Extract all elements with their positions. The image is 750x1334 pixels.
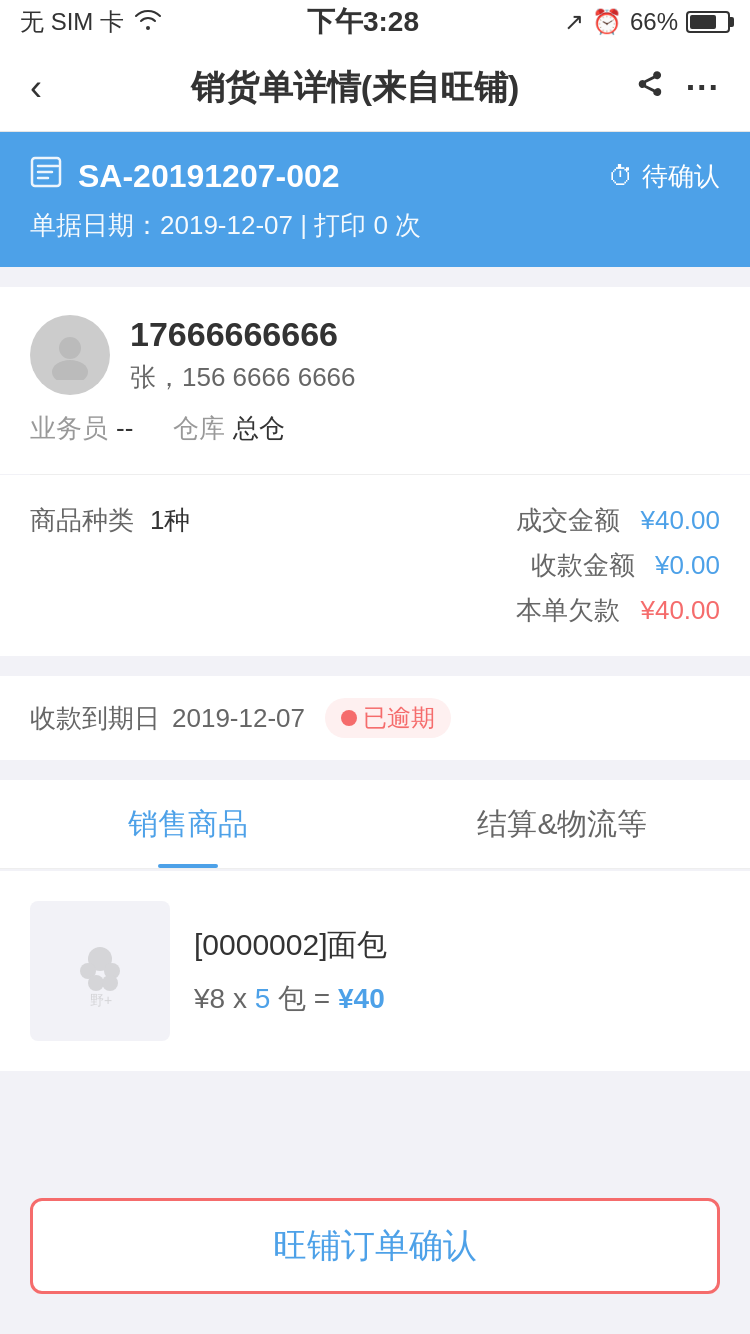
order-date: 单据日期：2019-12-07 | 打印 0 次	[30, 208, 720, 243]
page-title: 销货单详情(来自旺铺)	[90, 65, 620, 111]
nav-actions: ···	[620, 68, 720, 107]
alarm-icon: ⏰	[592, 8, 622, 36]
due-date-section: 收款到期日 2019-12-07 已逾期	[0, 676, 750, 760]
status-bar-right: ↗ ⏰ 66%	[564, 8, 730, 36]
status-bar: 无 SIM 卡 下午3:28 ↗ ⏰ 66%	[0, 0, 750, 44]
salesperson-value: --	[116, 413, 133, 444]
customer-phone: 17666666666	[130, 315, 720, 354]
customer-info: 17666666666 张，156 6666 6666	[130, 315, 720, 395]
nav-bar: ‹ 销货单详情(来自旺铺) ···	[0, 44, 750, 132]
svg-text:野+: 野+	[90, 992, 112, 1008]
deal-amount-value: ¥40.00	[640, 505, 720, 536]
order-banner: SA-20191207-002 ⏱ 待确认 单据日期：2019-12-07 | …	[0, 132, 750, 267]
product-details: [0000002]面包 ¥8 x 5 包 = ¥40	[194, 925, 720, 1018]
deal-amount-label: 成交金额	[516, 503, 620, 538]
product-name: [0000002]面包	[194, 925, 720, 966]
product-type-value: 1种	[150, 503, 190, 538]
receipt-amount-label: 收款金额	[531, 548, 635, 583]
tabs-section: 销售商品 结算&物流等	[0, 780, 750, 869]
due-date-label: 收款到期日	[30, 701, 160, 736]
receipt-amount-value: ¥0.00	[655, 550, 720, 581]
customer-name: 张，156 6666 6666	[130, 360, 720, 395]
salesperson-label: 业务员	[30, 411, 108, 446]
product-total: ¥40	[338, 983, 385, 1014]
order-id: SA-20191207-002	[78, 158, 340, 195]
confirm-button-wrap: 旺铺订单确认	[30, 1198, 720, 1294]
overdue-text: 已逾期	[363, 702, 435, 734]
svg-point-1	[59, 337, 81, 359]
salesperson-field: 业务员 --	[30, 411, 133, 446]
owing-value: ¥40.00	[640, 595, 720, 626]
carrier-text: 无 SIM 卡	[20, 6, 124, 38]
clock-icon: ⏱	[608, 161, 634, 192]
product-qty: 5	[255, 983, 271, 1014]
tabs-row: 销售商品 结算&物流等	[0, 780, 750, 868]
more-icon[interactable]: ···	[686, 68, 720, 107]
receipt-amount-row: 收款金额 ¥0.00	[531, 548, 720, 583]
stats-section: 商品种类 1种 成交金额 ¥40.00 收款金额 ¥0.00 本单欠款 ¥40.…	[0, 475, 750, 656]
customer-avatar	[30, 315, 110, 395]
order-status: ⏱ 待确认	[608, 159, 720, 194]
svg-point-2	[52, 360, 88, 380]
owing-row: 本单欠款 ¥40.00	[516, 593, 720, 628]
status-bar-time: 下午3:28	[307, 3, 419, 41]
overdue-badge: 已逾期	[325, 698, 451, 738]
due-date-value: 2019-12-07	[172, 703, 305, 734]
wifi-icon	[134, 8, 162, 36]
customer-meta: 业务员 -- 仓库 总仓	[30, 411, 720, 446]
share-icon[interactable]	[634, 68, 666, 107]
location-icon: ↗	[564, 8, 584, 36]
order-icon	[30, 156, 66, 196]
product-image: 野+	[30, 901, 170, 1041]
product-section: 野+ [0000002]面包 ¥8 x 5 包 = ¥40	[0, 871, 750, 1071]
deal-amount-row: 成交金额 ¥40.00	[516, 503, 720, 538]
svg-point-7	[102, 975, 118, 991]
customer-section: 17666666666 张，156 6666 6666 业务员 -- 仓库 总仓	[0, 287, 750, 474]
order-number: SA-20191207-002	[30, 156, 340, 196]
battery-percent: 66%	[630, 8, 678, 36]
svg-point-6	[88, 975, 104, 991]
tab-sales-products[interactable]: 销售商品	[0, 780, 375, 868]
back-button[interactable]: ‹	[30, 67, 90, 109]
owing-label: 本单欠款	[516, 593, 620, 628]
unit-price: ¥8	[194, 983, 225, 1014]
warehouse-label: 仓库	[173, 411, 225, 446]
overdue-dot-icon	[341, 710, 357, 726]
product-type-field: 商品种类 1种	[30, 503, 190, 538]
product-item: 野+ [0000002]面包 ¥8 x 5 包 = ¥40	[30, 901, 720, 1041]
confirm-order-button[interactable]: 旺铺订单确认	[30, 1198, 720, 1294]
status-bar-left: 无 SIM 卡	[20, 6, 162, 38]
warehouse-value: 总仓	[233, 411, 285, 446]
battery-icon	[686, 11, 730, 33]
warehouse-field: 仓库 总仓	[173, 411, 285, 446]
product-price: ¥8 x 5 包 = ¥40	[194, 980, 720, 1018]
product-type-label: 商品种类	[30, 503, 134, 538]
status-text: 待确认	[642, 159, 720, 194]
tab-settlement[interactable]: 结算&物流等	[375, 780, 750, 868]
amount-fields: 成交金额 ¥40.00 收款金额 ¥0.00 本单欠款 ¥40.00	[516, 503, 720, 628]
